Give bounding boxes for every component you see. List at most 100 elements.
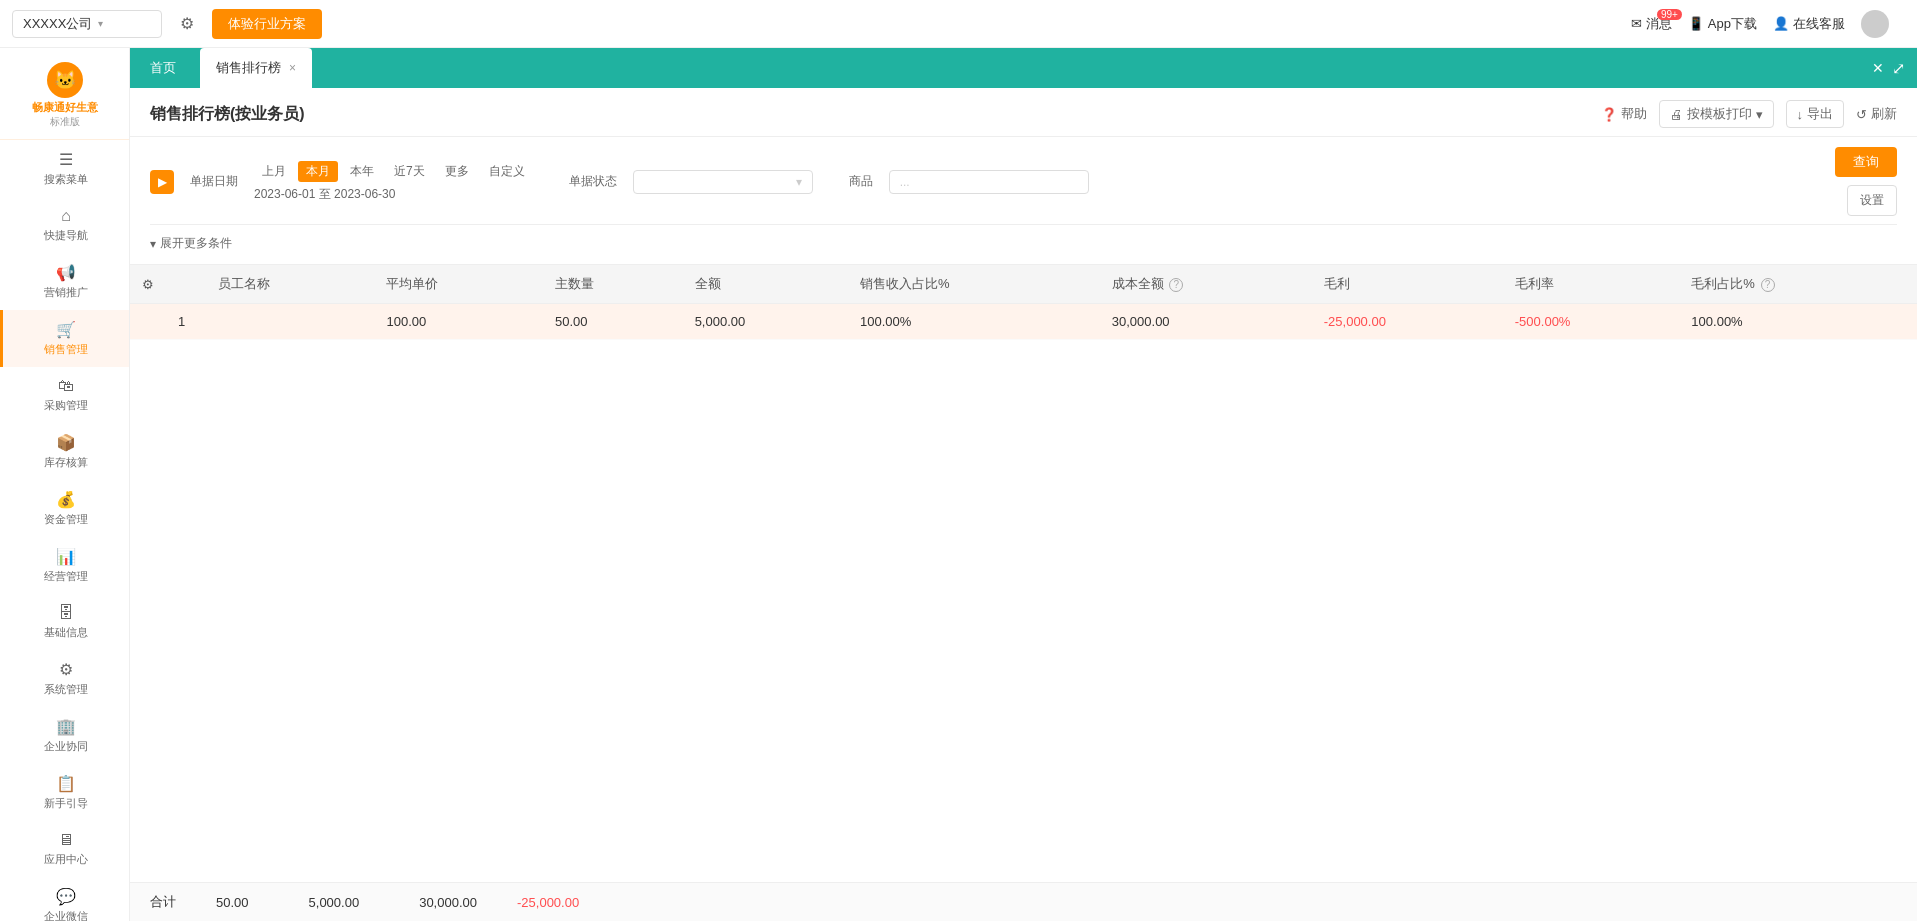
sidebar-item-guide[interactable]: 📋 新手引导 — [0, 764, 129, 821]
gear-icon: ⚙ — [180, 14, 194, 33]
cell-profit-rate: -500.00% — [1503, 304, 1680, 340]
status-select[interactable]: ▾ — [633, 170, 813, 194]
sidebar-item-inventory[interactable]: 📦 库存核算 — [0, 423, 129, 480]
chevron-down-icon: ▾ — [98, 18, 103, 29]
col-name: 员工名称 — [206, 265, 374, 304]
tab-home[interactable]: 首页 — [130, 48, 196, 88]
sidebar-item-purchase[interactable]: 🛍 采购管理 — [0, 367, 129, 423]
date-opt-this-month[interactable]: 本月 — [298, 161, 338, 182]
date-opt-this-year[interactable]: 本年 — [342, 161, 382, 182]
export-button[interactable]: ↓ 导出 — [1786, 100, 1845, 128]
print-icon: 🖨 — [1670, 107, 1683, 122]
cell-profit: -25,000.00 — [1312, 304, 1503, 340]
app-download-label: App下载 — [1708, 15, 1757, 33]
search-icon: ☰ — [59, 150, 73, 169]
cell-rank: 1 — [166, 304, 206, 340]
col-sales-pct: 销售收入占比% — [848, 265, 1100, 304]
col-profit: 毛利 — [1312, 265, 1503, 304]
refresh-button[interactable]: ↺ 刷新 — [1856, 105, 1897, 123]
filter-area: ▶ 单据日期 上月 本月 本年 近7天 更多 自定义 — [130, 137, 1917, 265]
filter-toggle-btn[interactable]: ▶ — [150, 170, 174, 194]
sidebar-item-enterprise-label: 企业协同 — [44, 739, 88, 754]
basics-icon: 🗄 — [58, 604, 74, 622]
col-avg-price: 平均单价 — [374, 265, 542, 304]
sidebar-item-search[interactable]: ☰ 搜索菜单 — [0, 140, 129, 197]
sidebar-item-guide-label: 新手引导 — [44, 796, 88, 811]
sidebar-item-basics[interactable]: 🗄 基础信息 — [0, 594, 129, 650]
date-opt-more[interactable]: 更多 — [437, 161, 477, 182]
sidebar-item-funds-label: 资金管理 — [44, 512, 88, 527]
sidebar-item-sales-label: 销售管理 — [44, 342, 88, 357]
cell-total: 5,000.00 — [683, 304, 848, 340]
footer-row: 合计 50.00 5,000.00 30,000.00 -25,000.00 — [130, 882, 1917, 921]
sidebar-item-wechat-label: 企业微信 — [44, 909, 88, 921]
cell-sales-pct: 100.00% — [848, 304, 1100, 340]
sales-ranking-table: ⚙ 员工名称 平均单价 主数量 全额 销售收入占比% 成本全额 ? — [130, 265, 1917, 340]
settings-icon-btn[interactable]: ⚙ — [172, 9, 202, 39]
date-opt-last-month[interactable]: 上月 — [254, 161, 294, 182]
tab-bar: 首页 销售排行榜 × ✕ ⤢ — [130, 48, 1917, 88]
status-chevron-icon: ▾ — [796, 175, 802, 189]
sidebar-item-apps-label: 应用中心 — [44, 852, 88, 867]
purchase-icon: 🛍 — [58, 377, 74, 395]
company-name: XXXXX公司 — [23, 15, 92, 33]
sidebar-item-sales[interactable]: 🛒 销售管理 — [0, 310, 129, 367]
col-main-qty: 主数量 — [543, 265, 683, 304]
expand-conditions-button[interactable]: ▾ 展开更多条件 — [150, 229, 1897, 254]
date-options: 上月 本月 本年 近7天 更多 自定义 — [254, 161, 533, 182]
sidebar-item-quick-nav[interactable]: ⌂ 快捷导航 — [0, 197, 129, 253]
profit-pct-info-icon[interactable]: ? — [1761, 278, 1775, 292]
sidebar-item-funds[interactable]: 💰 资金管理 — [0, 480, 129, 537]
date-opt-custom[interactable]: 自定义 — [481, 161, 533, 182]
message-icon: ✉ — [1631, 16, 1642, 31]
window-expand-icon[interactable]: ⤢ — [1892, 59, 1905, 78]
company-selector[interactable]: XXXXX公司 ▾ — [12, 10, 162, 38]
sidebar-item-marketing[interactable]: 📢 营销推广 — [0, 253, 129, 310]
cost-info-icon[interactable]: ? — [1169, 278, 1183, 292]
sidebar-item-purchase-label: 采购管理 — [44, 398, 88, 413]
online-service-button[interactable]: 👤 在线客服 — [1773, 15, 1845, 33]
sidebar-item-enterprise[interactable]: 🏢 企业协同 — [0, 707, 129, 764]
column-settings-button[interactable]: 设置 — [1847, 185, 1897, 216]
print-button[interactable]: 🖨 按模板打印 ▾ — [1659, 100, 1774, 128]
page-header: 销售排行榜(按业务员) ❓ 帮助 🖨 按模板打印 ▾ ↓ — [130, 88, 1917, 137]
avatar[interactable] — [1861, 10, 1889, 38]
expand-label: 展开更多条件 — [160, 235, 232, 252]
col-total: 全额 — [683, 265, 848, 304]
date-opt-7days[interactable]: 近7天 — [386, 161, 433, 182]
cell-cost: 30,000.00 — [1100, 304, 1312, 340]
trial-button[interactable]: 体验行业方案 — [212, 9, 322, 39]
sales-icon: 🛒 — [56, 320, 76, 339]
col-settings[interactable]: ⚙ — [130, 265, 166, 304]
sidebar-item-operations-label: 经营管理 — [44, 569, 88, 584]
print-label: 按模板打印 — [1687, 105, 1752, 123]
sidebar-item-marketing-label: 营销推广 — [44, 285, 88, 300]
tab-close-icon[interactable]: × — [289, 61, 296, 75]
brand-icon: 🐱 — [54, 69, 76, 91]
sidebar-item-operations[interactable]: 📊 经营管理 — [0, 537, 129, 594]
goods-placeholder: ... — [900, 175, 910, 189]
sidebar-item-system[interactable]: ⚙ 系统管理 — [0, 650, 129, 707]
tab-sales-ranking[interactable]: 销售排行榜 × — [200, 48, 312, 88]
help-button[interactable]: ❓ 帮助 — [1601, 105, 1647, 123]
sidebar-item-apps[interactable]: 🖥 应用中心 — [0, 821, 129, 877]
goods-label: 商品 — [849, 173, 873, 190]
phone-icon: 📱 — [1688, 16, 1704, 31]
enterprise-icon: 🏢 — [56, 717, 76, 736]
help-label: 帮助 — [1621, 105, 1647, 123]
tab-active-label: 销售排行榜 — [216, 59, 281, 77]
col-profit-pct: 毛利占比% ? — [1679, 265, 1917, 304]
message-button[interactable]: ✉ 消息 99+ — [1631, 15, 1672, 33]
export-icon: ↓ — [1797, 107, 1804, 122]
sidebar-item-search-label: 搜索菜单 — [44, 172, 88, 187]
service-icon: 👤 — [1773, 16, 1789, 31]
window-close-icon[interactable]: ✕ — [1872, 60, 1884, 76]
home-icon: ⌂ — [61, 207, 71, 225]
brand-logo: 🐱 — [47, 62, 83, 98]
expand-icon: ▾ — [150, 237, 156, 251]
query-button[interactable]: 查询 — [1835, 147, 1897, 177]
app-download-button[interactable]: 📱 App下载 — [1688, 15, 1757, 33]
goods-input[interactable]: ... — [889, 170, 1089, 194]
print-chevron-icon: ▾ — [1756, 107, 1763, 122]
sidebar-item-wechat[interactable]: 💬 企业微信 — [0, 877, 129, 921]
